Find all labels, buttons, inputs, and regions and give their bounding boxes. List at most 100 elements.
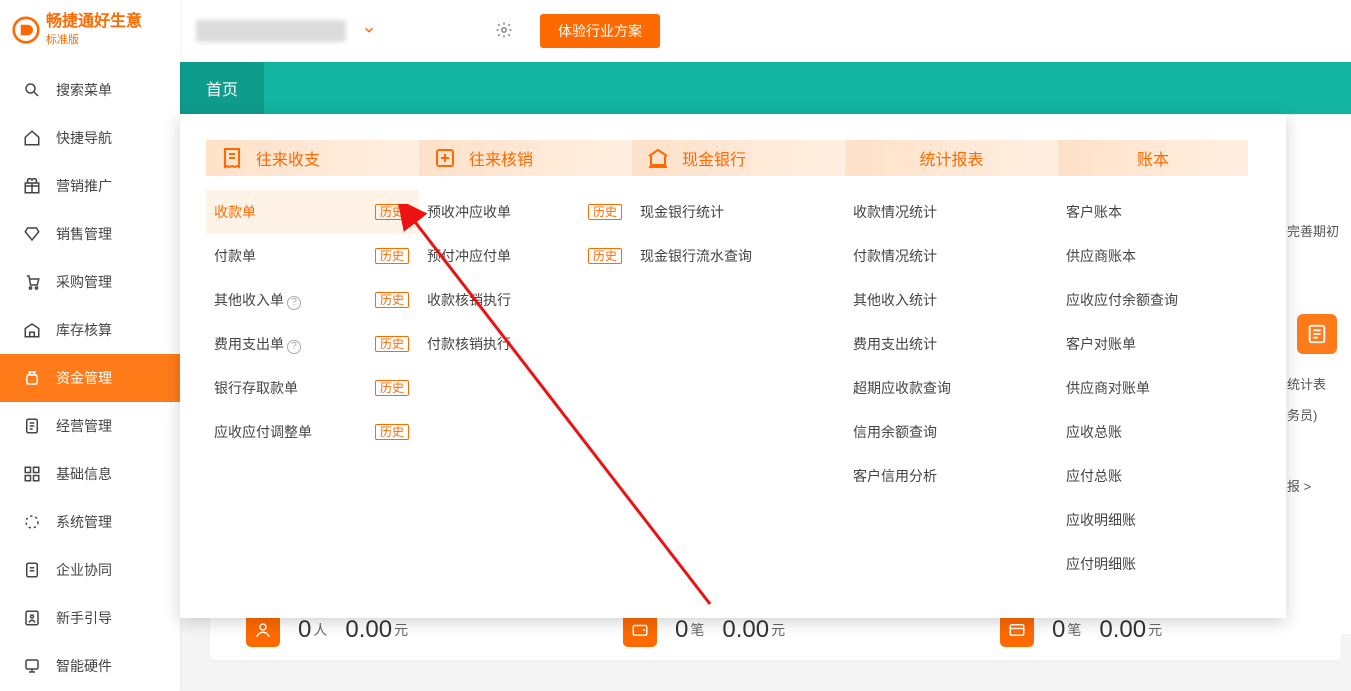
peek-text: 统计表 [1283,368,1351,399]
company-dropdown[interactable] [196,20,476,42]
brand-logo: 畅捷通好生意 标准版 [0,0,180,60]
megamenu-col-cashbank: 现金银行 现金银行统计 现金银行流水查询 [632,140,845,584]
home-icon [22,128,42,148]
menu-item-receipt[interactable]: 收款单历史 [206,190,419,234]
history-tag[interactable]: 历史 [375,380,409,396]
wallet-icon [623,613,657,647]
peek-text: 完善期初 [1283,215,1351,246]
menu-item-payment[interactable]: 付款单历史 [206,234,419,278]
sidebar-item-marketing[interactable]: 营销推广 [0,162,180,210]
menu-item-expense-stats[interactable]: 费用支出统计 [845,322,1058,366]
stat-amount: 0.00 [345,616,392,644]
sidebar-item-system[interactable]: 系统管理 [0,498,180,546]
topbar: 体验行业方案 [180,0,1351,62]
sidebar-item-sales[interactable]: 销售管理 [0,210,180,258]
sidebar-item-basic[interactable]: 基础信息 [0,450,180,498]
menu-item-prepay-offset[interactable]: 预付冲应付单 历史 [419,234,632,278]
item-label: 应付明细账 [1066,554,1136,574]
menu-item-ar-detail[interactable]: 应收明细账 [1058,498,1248,542]
menu-item-ap-gl[interactable]: 应付总账 [1058,454,1248,498]
history-tag[interactable]: 历史 [375,292,409,308]
menu-item-ar-ap-balance[interactable]: 应收应付余额查询 [1058,278,1248,322]
tab-home[interactable]: 首页 [180,62,264,114]
menu-item-customer-ledger[interactable]: 客户账本 [1058,190,1248,234]
sidebar-item-quick[interactable]: 快捷导航 [0,114,180,162]
megamenu-col-receipts: 往来收支 收款单历史 付款单历史 其他收入单?历史 费用支出单?历史 银行存取款… [206,140,419,584]
item-label: 预收冲应收单 [427,202,511,222]
help-icon[interactable]: ? [287,340,301,354]
device-icon [22,656,42,676]
menu-item-other-income-stats[interactable]: 其他收入统计 [845,278,1058,322]
history-tag[interactable]: 历史 [588,204,622,220]
report-icon[interactable] [1297,314,1337,354]
item-label: 应收明细账 [1066,510,1136,530]
menu-item-other-income[interactable]: 其他收入单?历史 [206,278,419,322]
stat-unit: 笔 [1067,620,1081,640]
document-icon [22,560,42,580]
right-panel-peek: 完善期初 统计表 务员) 报 > [1283,114,1351,634]
menu-item-ap-detail[interactable]: 应付明细账 [1058,542,1248,586]
tab-strip: 首页 [180,62,1351,114]
history-tag[interactable]: 历史 [588,248,622,264]
peek-text[interactable]: 报 > [1283,470,1351,501]
menu-item-expense[interactable]: 费用支出单?历史 [206,322,419,366]
sidebar-item-guide[interactable]: 新手引导 [0,594,180,642]
sidebar-item-label: 资金管理 [56,368,112,388]
menu-item-customer-credit[interactable]: 客户信用分析 [845,454,1058,498]
menu-item-credit-balance[interactable]: 信用余额查询 [845,410,1058,454]
sidebar-item-operation[interactable]: 经营管理 [0,402,180,450]
menu-item-recv-stats[interactable]: 收款情况统计 [845,190,1058,234]
heading-label: 往来核销 [469,146,533,170]
sidebar-item-label: 快捷导航 [56,128,112,148]
menu-item-pay-writeoff-exec[interactable]: 付款核销执行 [419,322,632,366]
history-tag[interactable]: 历史 [375,204,409,220]
history-tag[interactable]: 历史 [375,248,409,264]
sidebar-item-collab[interactable]: 企业协同 [0,546,180,594]
sidebar-item-purchase[interactable]: 采购管理 [0,258,180,306]
heading-label: 现金银行 [682,146,746,170]
menu-item-overdue-ar[interactable]: 超期应收款查询 [845,366,1058,410]
chevron-down-icon [362,23,376,40]
sidebar-item-label: 企业协同 [56,560,112,580]
sidebar-item-label: 营销推广 [56,176,112,196]
sidebar-item-funds[interactable]: 资金管理 [0,354,180,402]
menu-item-bank-transfer[interactable]: 银行存取款单 历史 [206,366,419,410]
menu-item-prerecv-offset[interactable]: 预收冲应收单 历史 [419,190,632,234]
cta-label: 体验行业方案 [558,21,642,41]
menu-item-customer-statement[interactable]: 客户对账单 [1058,322,1248,366]
stat-currency: 元 [771,620,785,640]
menu-item-supplier-ledger[interactable]: 供应商账本 [1058,234,1248,278]
item-label: 银行存取款单 [214,378,298,398]
history-tag[interactable]: 历史 [375,336,409,352]
sidebar-item-search[interactable]: 搜索菜单 [0,66,180,114]
item-label: 付款情况统计 [853,246,937,266]
peek-text: 务员) [1283,399,1351,430]
megamenu-heading: 往来收支 [206,140,419,176]
history-tag[interactable]: 历史 [375,424,409,440]
menu-item-cashbank-flow[interactable]: 现金银行流水查询 [632,234,845,278]
brand-icon [12,16,40,44]
sidebar-item-inventory[interactable]: 库存核算 [0,306,180,354]
menu-item-cashbank-stats[interactable]: 现金银行统计 [632,190,845,234]
settings-button[interactable] [492,19,516,43]
menu-item-ar-ap-adjust[interactable]: 应收应付调整单历史 [206,410,419,454]
menu-item-ar-gl[interactable]: 应收总账 [1058,410,1248,454]
company-name-redacted [196,20,346,42]
menu-item-recv-writeoff-exec[interactable]: 收款核销执行 [419,278,632,322]
menu-item-supplier-statement[interactable]: 供应商对账单 [1058,366,1248,410]
item-label: 费用支出统计 [853,334,937,354]
stat-count: 0 [298,616,311,644]
item-label: 客户账本 [1066,202,1122,222]
menu-item-pay-stats[interactable]: 付款情况统计 [845,234,1058,278]
item-label: 客户信用分析 [853,466,937,486]
sidebar-item-hardware[interactable]: 智能硬件 [0,642,180,690]
help-icon[interactable]: ? [287,296,301,310]
grid-icon [22,464,42,484]
stat-amount: 0.00 [1099,616,1146,644]
item-label: 预付冲应付单 [427,246,511,266]
heading-label: 账本 [1137,146,1169,170]
industry-solution-button[interactable]: 体验行业方案 [540,14,660,48]
heading-label: 统计报表 [919,146,983,170]
stat-block-transactions: 0笔 0.00元 [623,613,964,647]
bank-icon [646,145,672,171]
